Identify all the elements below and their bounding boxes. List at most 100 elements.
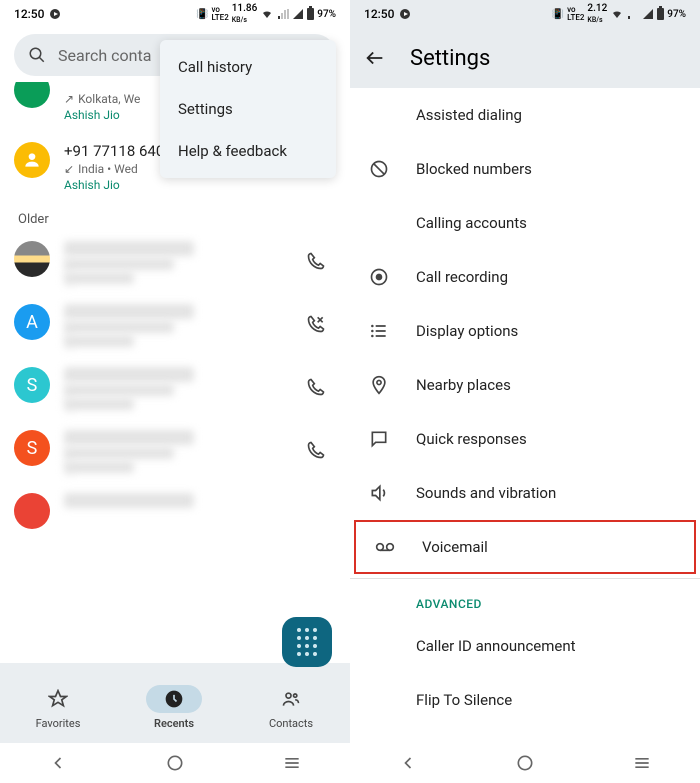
list-icon: [368, 321, 390, 341]
wifi-icon: [610, 8, 624, 20]
bottom-tabs: Favorites Recents Contacts: [0, 663, 350, 743]
item-blocked-numbers[interactable]: Blocked numbers: [350, 142, 700, 196]
sim-label: Ashish Jio: [64, 178, 336, 192]
menu-call-history[interactable]: Call history: [160, 46, 336, 88]
dialpad-icon: [297, 628, 317, 656]
avatar: [14, 82, 50, 108]
menu-help-feedback[interactable]: Help & feedback: [160, 130, 336, 172]
data-rate: 11.86KB/s: [232, 3, 258, 25]
nav-home[interactable]: [515, 753, 535, 773]
item-flip-to-silence[interactable]: Flip To Silence: [350, 673, 700, 727]
blurred-sub: X: [64, 384, 174, 396]
overflow-menu: Call history Settings Help & feedback: [160, 40, 336, 178]
back-button[interactable]: [364, 47, 386, 69]
call-row[interactable]: X: [0, 483, 350, 529]
avatar: [14, 142, 50, 178]
battery-pct: 97%: [667, 9, 686, 20]
tab-recents[interactable]: Recents: [146, 685, 202, 730]
record-icon: [368, 267, 390, 287]
call-row[interactable]: A X X X: [0, 294, 350, 357]
blurred-name: X: [64, 241, 194, 256]
clock-icon: [164, 689, 184, 709]
avatar: S: [14, 430, 50, 466]
blurred-sub: X: [64, 258, 174, 270]
search-placeholder: Search conta: [58, 46, 151, 65]
blurred-name: X: [64, 430, 194, 445]
item-nearby-places[interactable]: Nearby places: [350, 358, 700, 412]
avatar: S: [14, 367, 50, 403]
signal-icon-2: [642, 8, 654, 20]
section-advanced: ADVANCED: [350, 579, 700, 619]
settings-header: Settings: [350, 28, 700, 88]
play-icon: [50, 9, 60, 19]
tab-contacts[interactable]: Contacts: [262, 685, 320, 730]
search-icon: [28, 46, 46, 64]
status-time: 12:50: [364, 7, 394, 21]
wifi-icon: [260, 8, 274, 20]
nav-back[interactable]: [398, 753, 418, 773]
nav-recent[interactable]: [282, 753, 302, 773]
incoming-icon: ↙: [64, 162, 74, 176]
outgoing-icon: ↗: [64, 92, 74, 106]
blurred-sim: X: [64, 272, 134, 284]
battery-icon: [657, 8, 664, 20]
blurred-name: X: [64, 304, 194, 319]
call-row[interactable]: X X X: [0, 231, 350, 294]
call-button[interactable]: [296, 304, 336, 344]
voicemail-icon: [374, 537, 396, 557]
blurred-sim: X: [64, 461, 134, 473]
item-caller-id-announcement[interactable]: Caller ID announcement: [350, 619, 700, 673]
item-quick-responses[interactable]: Quick responses: [350, 412, 700, 466]
status-bar: 12:50 📳 voLTE2 2.12KB/s 97%: [350, 0, 700, 28]
settings-title: Settings: [410, 46, 490, 71]
signal-icon: [627, 8, 639, 20]
item-display-options[interactable]: Display options: [350, 304, 700, 358]
avatar: [14, 241, 50, 277]
item-calling-accounts[interactable]: Calling accounts: [350, 196, 700, 250]
call-row[interactable]: S X X X: [0, 420, 350, 483]
blurred-sim: X: [64, 398, 134, 410]
status-time: 12:50: [14, 7, 44, 21]
phone-dialer-screen: 12:50 📳 voLTE2 11.86KB/s 97% Search cont…: [0, 0, 350, 783]
lte-icon: voLTE2: [211, 6, 228, 22]
item-assisted-dialing[interactable]: Assisted dialing: [350, 88, 700, 142]
vibrate-icon: 📳: [552, 9, 564, 20]
pin-icon: [368, 375, 390, 395]
blurred-name: X: [64, 367, 194, 382]
sound-icon: [368, 483, 390, 503]
lte-icon: voLTE2: [567, 6, 584, 22]
block-icon: [368, 159, 390, 179]
item-sounds-vibration[interactable]: Sounds and vibration: [350, 466, 700, 520]
chat-icon: [368, 429, 390, 449]
call-button[interactable]: [296, 430, 336, 470]
item-voicemail[interactable]: Voicemail: [354, 520, 696, 574]
section-older: Older: [0, 202, 350, 231]
dialpad-fab[interactable]: [282, 617, 332, 667]
data-rate: 2.12KB/s: [587, 3, 607, 25]
call-button[interactable]: [296, 367, 336, 407]
item-call-recording[interactable]: Call recording: [350, 250, 700, 304]
nav-bar: [0, 743, 350, 783]
blurred-sim: X: [64, 335, 134, 347]
star-icon: [48, 689, 68, 709]
avatar: [14, 493, 50, 529]
call-row[interactable]: S X X X: [0, 357, 350, 420]
people-icon: [280, 689, 302, 709]
blurred-name: X: [64, 493, 194, 508]
nav-home[interactable]: [165, 753, 185, 773]
call-button[interactable]: [296, 241, 336, 281]
signal-icon-2: [292, 8, 304, 20]
menu-settings[interactable]: Settings: [160, 88, 336, 130]
signal-icon: [277, 8, 289, 20]
nav-back[interactable]: [48, 753, 68, 773]
tab-favorites[interactable]: Favorites: [30, 685, 86, 730]
avatar: A: [14, 304, 50, 340]
status-bar: 12:50 📳 voLTE2 11.86KB/s 97%: [0, 0, 350, 28]
phone-settings-screen: 12:50 📳 voLTE2 2.12KB/s 97% Settings Ass…: [350, 0, 700, 783]
settings-list[interactable]: Assisted dialing Blocked numbers Calling…: [350, 88, 700, 743]
blurred-sub: X: [64, 321, 174, 333]
battery-icon: [307, 8, 314, 20]
nav-recent[interactable]: [632, 753, 652, 773]
vibrate-icon: 📳: [196, 9, 208, 20]
blurred-sub: X: [64, 447, 174, 459]
